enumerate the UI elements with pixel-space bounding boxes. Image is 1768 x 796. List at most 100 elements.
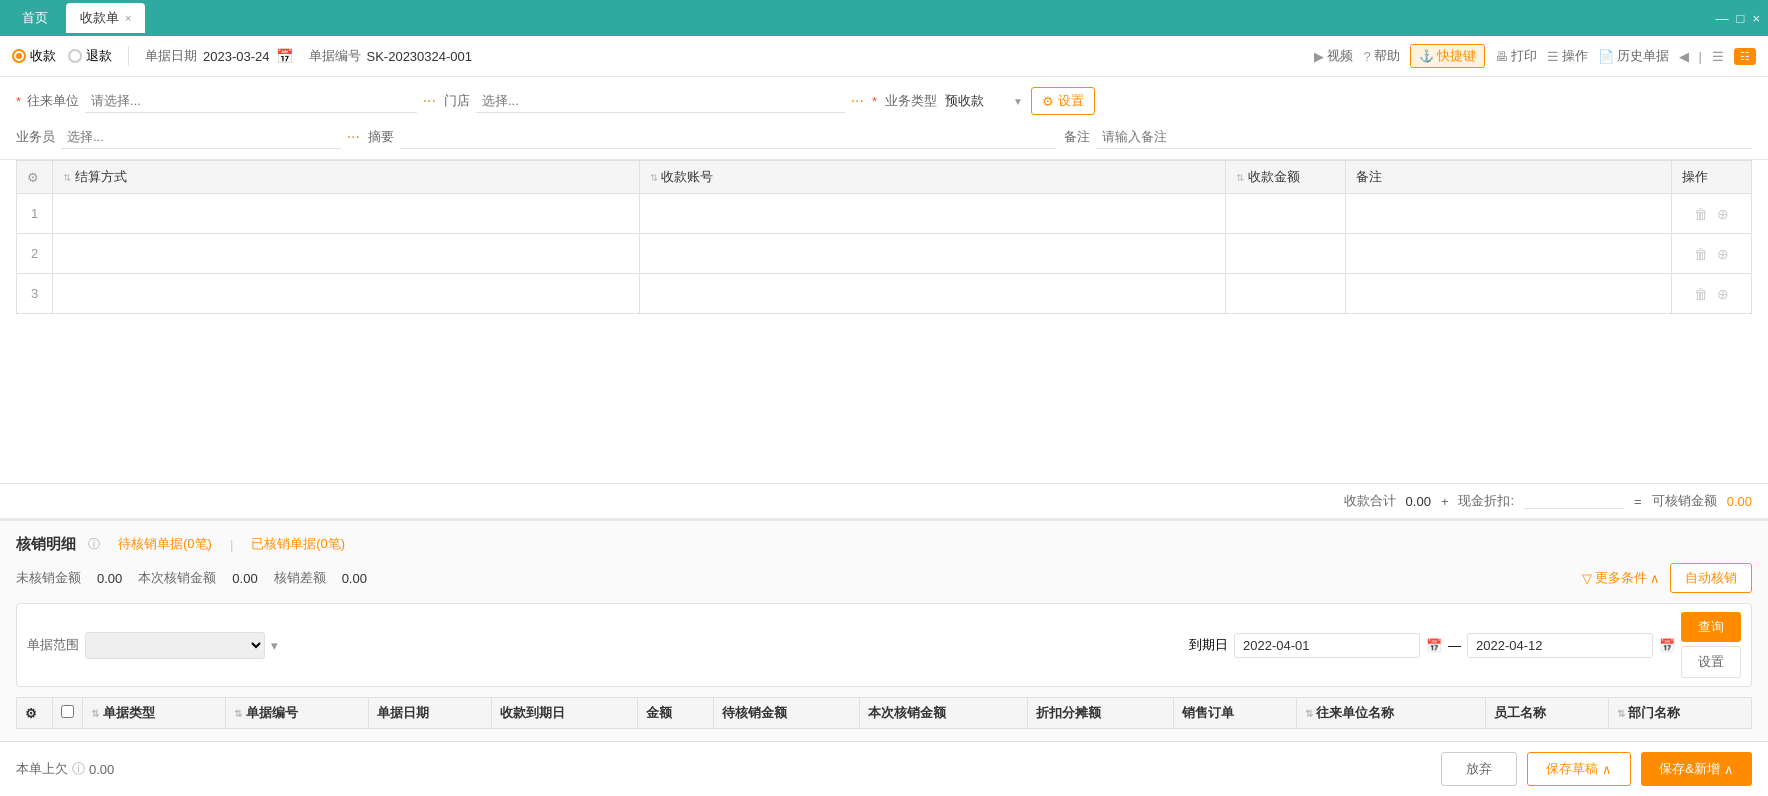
row-copy-icon-2[interactable]: ⊕: [1717, 246, 1729, 262]
discount-input[interactable]: [1524, 493, 1624, 509]
tab-pending[interactable]: 待核销单据(0笔): [112, 533, 218, 555]
row-amount-1[interactable]: [1226, 194, 1346, 234]
row-amount-2[interactable]: [1226, 234, 1346, 274]
radio-receive[interactable]: 收款: [12, 47, 56, 65]
print-btn[interactable]: 🖶 打印: [1495, 47, 1537, 65]
save-new-chevron[interactable]: ∧: [1724, 762, 1734, 777]
row-copy-icon-1[interactable]: ⊕: [1717, 206, 1729, 222]
settings-btn[interactable]: ⚙ 设置: [1031, 87, 1095, 115]
biz-type-field: * 业务类型 预收款 ▼ ⚙ 设置: [872, 87, 1752, 115]
remark-field: 备注: [1064, 125, 1752, 149]
biz-type-value: 预收款: [945, 92, 1005, 110]
video-btn[interactable]: ▶ 视频: [1314, 47, 1353, 65]
row-num-2: 2: [17, 234, 53, 274]
setting-btn[interactable]: 设置: [1681, 646, 1741, 678]
grid-icon[interactable]: ☷: [1734, 48, 1756, 65]
counterpart-more-btn[interactable]: ···: [423, 92, 436, 110]
row-settlement-3[interactable]: [53, 274, 640, 314]
filter-range-label: 单据范围: [27, 636, 79, 654]
this-cancel-value: 0.00: [232, 571, 257, 586]
auto-cancel-btn[interactable]: 自动核销: [1670, 563, 1752, 593]
filter-row: 单据范围 ▾ 到期日 📅 — 📅 查询 设置: [16, 603, 1752, 687]
row-settlement-2[interactable]: [53, 234, 640, 274]
row-remark-1[interactable]: [1346, 194, 1672, 234]
uncancelled-label: 未核销金额: [16, 569, 81, 587]
verify-section: 核销明细 ⓘ 待核销单据(0笔) | 已核销单据(0笔) 未核销金额 0.00 …: [0, 518, 1768, 741]
filter-range-select[interactable]: [85, 632, 265, 659]
row-amount-3[interactable]: [1226, 274, 1346, 314]
save-new-btn[interactable]: 保存&新增 ∧: [1641, 752, 1752, 786]
shortcut-btn[interactable]: ⚓ 快捷键: [1410, 44, 1485, 68]
row-actions-1: 🗑 ⊕: [1672, 194, 1752, 234]
query-btn[interactable]: 查询: [1681, 612, 1741, 642]
form-row-2: 业务员 ··· 摘要 备注: [16, 125, 1752, 149]
verify-info-icon[interactable]: ⓘ: [88, 536, 100, 553]
date-value[interactable]: 2023-03-24: [203, 49, 270, 64]
form-section: * 往来单位 ··· 门店 ··· * 业务类型 预收款 ▼ ⚙: [0, 77, 1768, 160]
remark-input[interactable]: [1096, 125, 1752, 149]
vth-settings[interactable]: ⚙: [17, 698, 53, 729]
row-delete-icon-3[interactable]: 🗑: [1694, 286, 1708, 302]
help-btn[interactable]: ? 帮助: [1363, 47, 1399, 65]
discount-label: 现金折扣:: [1458, 492, 1514, 510]
row-delete-icon-2[interactable]: 🗑: [1694, 246, 1708, 262]
th-amount: ⇅ 收款金额: [1226, 161, 1346, 194]
biz-type-chevron[interactable]: ▼: [1013, 96, 1023, 107]
list-icon[interactable]: ☰: [1712, 49, 1724, 64]
date-to-input[interactable]: [1467, 633, 1653, 658]
tab-separator: |: [230, 537, 233, 552]
store-more-btn[interactable]: ···: [851, 92, 864, 110]
window-close-btn[interactable]: ×: [1752, 11, 1760, 26]
history-btn[interactable]: 📄 历史单据: [1598, 47, 1669, 65]
tab-home[interactable]: 首页: [8, 3, 62, 33]
radio-refund[interactable]: 退款: [68, 47, 112, 65]
settings-icon: ⚙: [1042, 94, 1054, 109]
row-account-3[interactable]: [639, 274, 1226, 314]
more-conditions-btn[interactable]: ▽ 更多条件 ∧: [1582, 569, 1660, 587]
row-delete-icon-1[interactable]: 🗑: [1694, 206, 1708, 222]
toolbar-actions: ▶ 视频 ? 帮助 ⚓ 快捷键 🖶 打印 ☰ 操作 📄 历史单据 ◀: [1314, 44, 1756, 68]
summary-label: 摘要: [368, 128, 394, 146]
table-settings-icon[interactable]: ⚙: [27, 170, 39, 185]
verify-stats: 未核销金额 0.00 本次核销金额 0.00 核销差额 0.00 ▽ 更多条件 …: [16, 563, 1752, 593]
staff-input[interactable]: [61, 125, 341, 149]
th-settings[interactable]: ⚙: [17, 161, 53, 194]
discard-btn[interactable]: 放弃: [1441, 752, 1517, 786]
main-content: 收款 退款 单据日期 2023-03-24 📅 单据编号 SK-20230324…: [0, 36, 1768, 796]
date-label: 单据日期: [145, 47, 197, 65]
save-draft-btn[interactable]: 保存草稿 ∧: [1527, 752, 1631, 786]
window-minimize-btn[interactable]: —: [1716, 11, 1729, 26]
calendar-to-icon[interactable]: 📅: [1659, 638, 1675, 653]
save-draft-chevron[interactable]: ∧: [1602, 762, 1612, 777]
tab-current[interactable]: 收款单 ×: [66, 3, 145, 33]
calendar-icon[interactable]: 📅: [276, 48, 293, 64]
vth-pending-cancel: 待核销金额: [714, 698, 860, 729]
tab-bar: 首页 收款单 × — □ ×: [0, 0, 1768, 36]
row-settlement-1[interactable]: [53, 194, 640, 234]
counterpart-input[interactable]: [85, 89, 417, 113]
row-remark-3[interactable]: [1346, 274, 1672, 314]
window-maximize-btn[interactable]: □: [1737, 11, 1745, 26]
calendar-from-icon[interactable]: 📅: [1426, 638, 1442, 653]
staff-label: 业务员: [16, 128, 55, 146]
diff-value: 0.00: [342, 571, 367, 586]
row-remark-2[interactable]: [1346, 234, 1672, 274]
operate-btn[interactable]: ☰ 操作: [1547, 47, 1588, 65]
vth-checkbox[interactable]: [53, 698, 83, 729]
row-copy-icon-3[interactable]: ⊕: [1717, 286, 1729, 302]
select-all-checkbox[interactable]: [61, 705, 74, 718]
prev-info-icon[interactable]: ⓘ: [72, 760, 85, 778]
tab-close-icon[interactable]: ×: [125, 12, 131, 24]
equals-sign: =: [1634, 494, 1642, 509]
store-input[interactable]: [476, 89, 845, 113]
row-account-1[interactable]: [639, 194, 1226, 234]
number-value[interactable]: SK-20230324-001: [367, 49, 473, 64]
prev-icon[interactable]: ◀: [1679, 49, 1689, 64]
date-from-input[interactable]: [1234, 633, 1420, 658]
vth-discount: 折扣分摊额: [1028, 698, 1174, 729]
vtable-settings-icon[interactable]: ⚙: [25, 706, 37, 721]
row-account-2[interactable]: [639, 234, 1226, 274]
tab-done[interactable]: 已核销单据(0笔): [245, 533, 351, 555]
staff-more-btn[interactable]: ···: [347, 128, 360, 146]
summary-input[interactable]: [400, 125, 1056, 149]
